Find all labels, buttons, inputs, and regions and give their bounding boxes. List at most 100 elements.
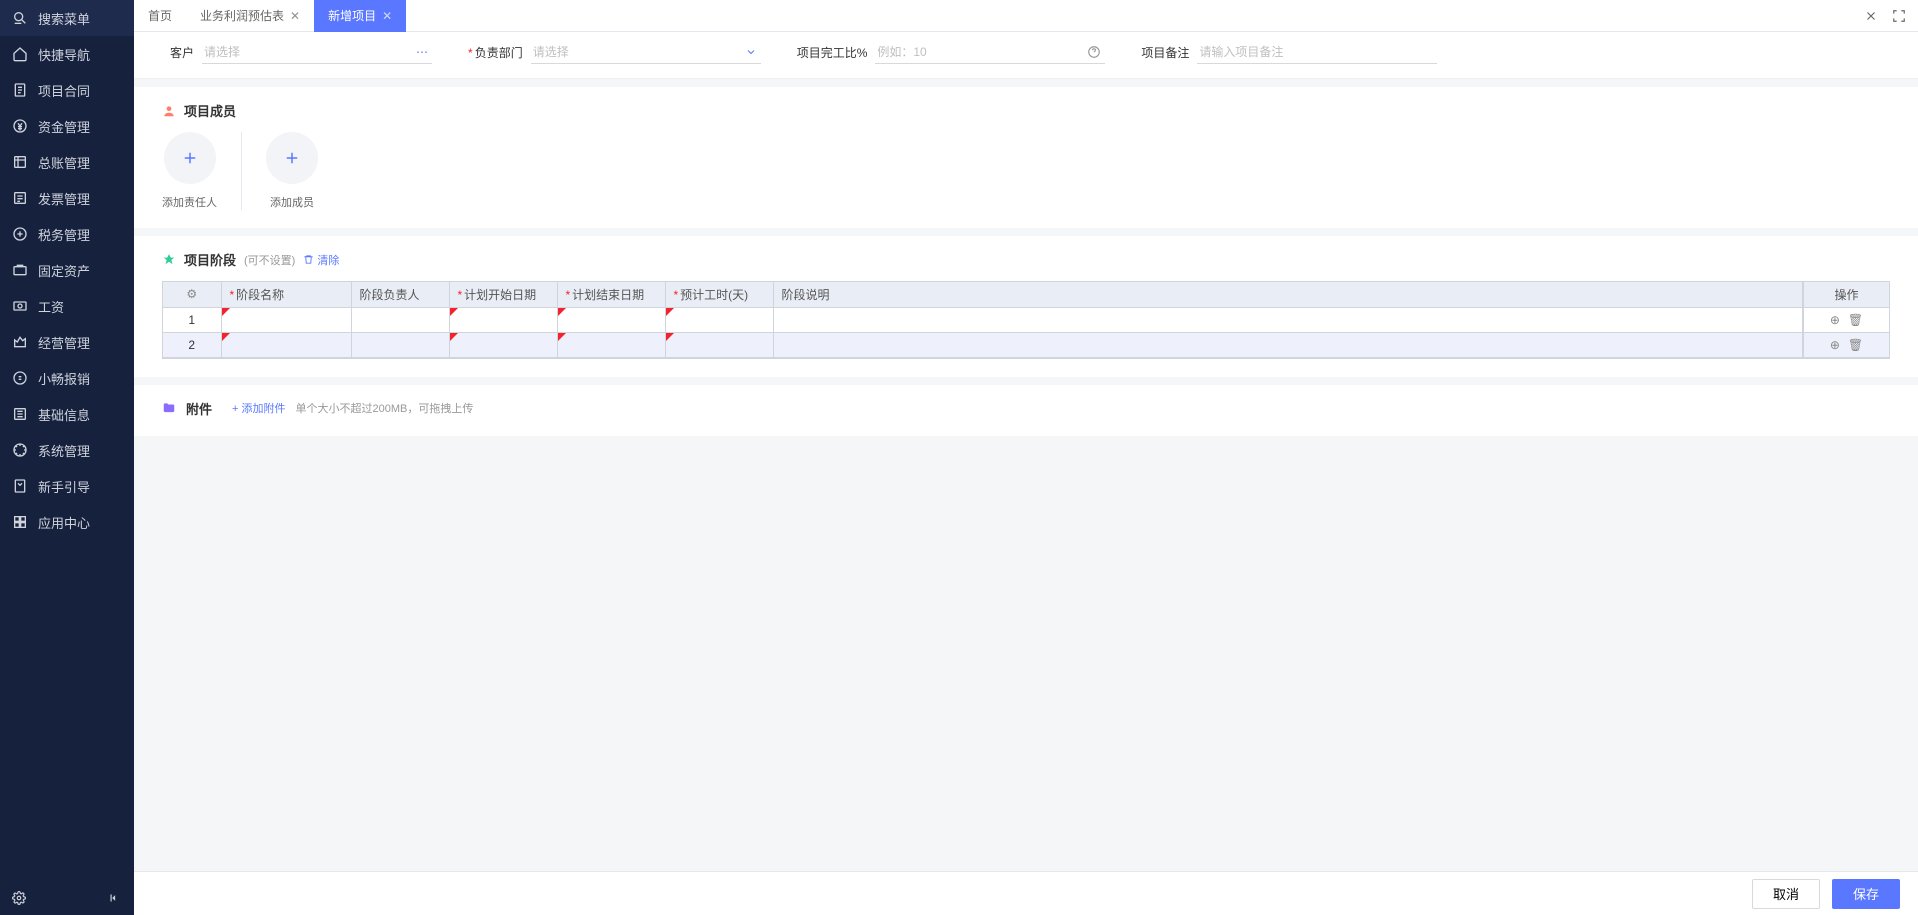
table-row[interactable]: 1 bbox=[163, 307, 1803, 332]
biz-icon bbox=[12, 334, 28, 350]
col-label: 阶段负责人 bbox=[360, 288, 420, 302]
col-label: 阶段说明 bbox=[782, 288, 830, 302]
add-member-label: 添加成员 bbox=[270, 194, 314, 210]
cell-gear[interactable]: 2 bbox=[163, 332, 221, 357]
save-button[interactable]: 保存 bbox=[1832, 879, 1900, 909]
tab-close-icon[interactable]: ✕ bbox=[290, 0, 300, 32]
sys-icon bbox=[12, 442, 28, 458]
input-remark[interactable] bbox=[1197, 40, 1437, 64]
member-divider bbox=[241, 132, 242, 210]
cell-start[interactable] bbox=[449, 307, 557, 332]
table-row[interactable]: 2 bbox=[163, 332, 1803, 357]
sidebar-item-search[interactable]: 搜索菜单 bbox=[0, 0, 134, 36]
sidebar-item-base[interactable]: 基础信息 bbox=[0, 396, 134, 432]
fullscreen-icon[interactable] bbox=[1890, 7, 1908, 25]
cell-end[interactable] bbox=[557, 307, 665, 332]
sidebar-item-doc[interactable]: 项目合同 bbox=[0, 72, 134, 108]
input-customer[interactable] bbox=[202, 40, 432, 64]
cell-start[interactable] bbox=[449, 332, 557, 357]
grid-ops: 操作 ⊕🗑⊕🗑 bbox=[1803, 282, 1889, 358]
label-dept: *负责部门 bbox=[468, 44, 523, 61]
cancel-button[interactable]: 取消 bbox=[1752, 879, 1820, 909]
field-remark: 项目备注 bbox=[1141, 40, 1437, 64]
close-all-icon[interactable] bbox=[1862, 7, 1880, 25]
sidebar-item-biz[interactable]: 经营管理 bbox=[0, 324, 134, 360]
sidebar-item-label: 资金管理 bbox=[38, 117, 90, 136]
xc-icon bbox=[12, 370, 28, 386]
cell-end[interactable] bbox=[557, 332, 665, 357]
cell-gear[interactable]: 1 bbox=[163, 307, 221, 332]
sidebar-item-ledger[interactable]: 总账管理 bbox=[0, 144, 134, 180]
row-delete-icon[interactable]: 🗑 bbox=[1848, 313, 1863, 327]
tab-label: 新增项目 bbox=[328, 0, 376, 32]
sidebar-item-label: 经营管理 bbox=[38, 333, 90, 352]
cell-name[interactable] bbox=[221, 332, 351, 357]
gear-icon[interactable]: ⚙ bbox=[186, 287, 197, 301]
sidebar-item-label: 小畅报销 bbox=[38, 369, 90, 388]
tab-首页[interactable]: 首页 bbox=[134, 0, 186, 32]
home-icon bbox=[12, 46, 28, 62]
sidebar-item-label: 基础信息 bbox=[38, 405, 90, 424]
invoice-icon bbox=[12, 190, 28, 206]
add-owner-button[interactable] bbox=[164, 132, 216, 184]
sidebar-item-guide[interactable]: 新手引导 bbox=[0, 468, 134, 504]
attach-add[interactable]: + 添加附件 bbox=[232, 400, 285, 416]
tabs-bar: 首页业务利润预估表✕新增项目✕ bbox=[134, 0, 1918, 32]
sidebar-item-label: 总账管理 bbox=[38, 153, 90, 172]
sidebar-item-sys[interactable]: 系统管理 bbox=[0, 432, 134, 468]
sidebar-item-invoice[interactable]: 发票管理 bbox=[0, 180, 134, 216]
stages-sub: (可不设置) bbox=[244, 252, 295, 268]
stages-icon bbox=[162, 253, 176, 267]
col-owner: 阶段负责人 bbox=[351, 282, 449, 307]
grid-main: ⚙*阶段名称阶段负责人*计划开始日期*计划结束日期*预计工时(天)阶段说明 12 bbox=[163, 282, 1803, 358]
base-icon bbox=[12, 406, 28, 422]
sidebar-item-home[interactable]: 快捷导航 bbox=[0, 36, 134, 72]
col-gear: ⚙ bbox=[163, 282, 221, 307]
stages-clear[interactable]: 清除 bbox=[303, 252, 339, 268]
money-icon bbox=[12, 118, 28, 134]
ledger-icon bbox=[12, 154, 28, 170]
add-member-button[interactable] bbox=[266, 132, 318, 184]
cell-hours[interactable] bbox=[665, 307, 773, 332]
collapse-icon[interactable] bbox=[106, 891, 122, 905]
doc-icon bbox=[12, 82, 28, 98]
sidebar-item-xc[interactable]: 小畅报销 bbox=[0, 360, 134, 396]
cell-desc[interactable] bbox=[773, 332, 1803, 357]
tab-业务利润预估表[interactable]: 业务利润预估表✕ bbox=[186, 0, 314, 32]
chevron-down-icon[interactable] bbox=[745, 46, 757, 58]
row-add-icon[interactable]: ⊕ bbox=[1830, 313, 1840, 327]
sidebar-item-money[interactable]: 资金管理 bbox=[0, 108, 134, 144]
ops-cell: ⊕🗑 bbox=[1804, 307, 1889, 332]
sidebar-item-app[interactable]: 应用中心 bbox=[0, 504, 134, 540]
sidebar-item-label: 项目合同 bbox=[38, 81, 90, 100]
cell-hours[interactable] bbox=[665, 332, 773, 357]
settings-icon[interactable] bbox=[12, 891, 26, 905]
col-label: 阶段名称 bbox=[236, 288, 284, 302]
cell-owner[interactable] bbox=[351, 307, 449, 332]
row-delete-icon[interactable]: 🗑 bbox=[1848, 338, 1863, 352]
input-progress[interactable] bbox=[875, 40, 1105, 64]
asset-icon bbox=[12, 262, 28, 278]
tab-新增项目[interactable]: 新增项目✕ bbox=[314, 0, 406, 32]
sidebar-item-salary[interactable]: 工资 bbox=[0, 288, 134, 324]
footer: 取消 保存 bbox=[134, 871, 1918, 915]
input-dept[interactable] bbox=[531, 40, 761, 64]
row-add-icon[interactable]: ⊕ bbox=[1830, 338, 1840, 352]
members-icon bbox=[162, 104, 176, 118]
sidebar-item-label: 固定资产 bbox=[38, 261, 90, 280]
cell-name[interactable] bbox=[221, 307, 351, 332]
section-attach: 附件 + 添加附件 单个大小不超过200MB，可拖拽上传 bbox=[134, 385, 1918, 436]
cell-owner[interactable] bbox=[351, 332, 449, 357]
tab-close-icon[interactable]: ✕ bbox=[382, 0, 392, 32]
content: 客户 ⋯ *负责部门 项目完工比% bbox=[134, 32, 1918, 915]
label-customer: 客户 bbox=[170, 44, 194, 61]
more-icon[interactable]: ⋯ bbox=[416, 45, 428, 59]
sidebar-item-label: 快捷导航 bbox=[38, 45, 90, 64]
sidebar-item-asset[interactable]: 固定资产 bbox=[0, 252, 134, 288]
sidebar: 搜索菜单快捷导航项目合同资金管理总账管理发票管理税务管理固定资产工资经营管理小畅… bbox=[0, 0, 134, 915]
col-end: *计划结束日期 bbox=[557, 282, 665, 307]
help-icon[interactable] bbox=[1087, 45, 1101, 59]
sidebar-item-tax[interactable]: 税务管理 bbox=[0, 216, 134, 252]
col-label: 计划结束日期 bbox=[572, 288, 644, 302]
cell-desc[interactable] bbox=[773, 307, 1803, 332]
